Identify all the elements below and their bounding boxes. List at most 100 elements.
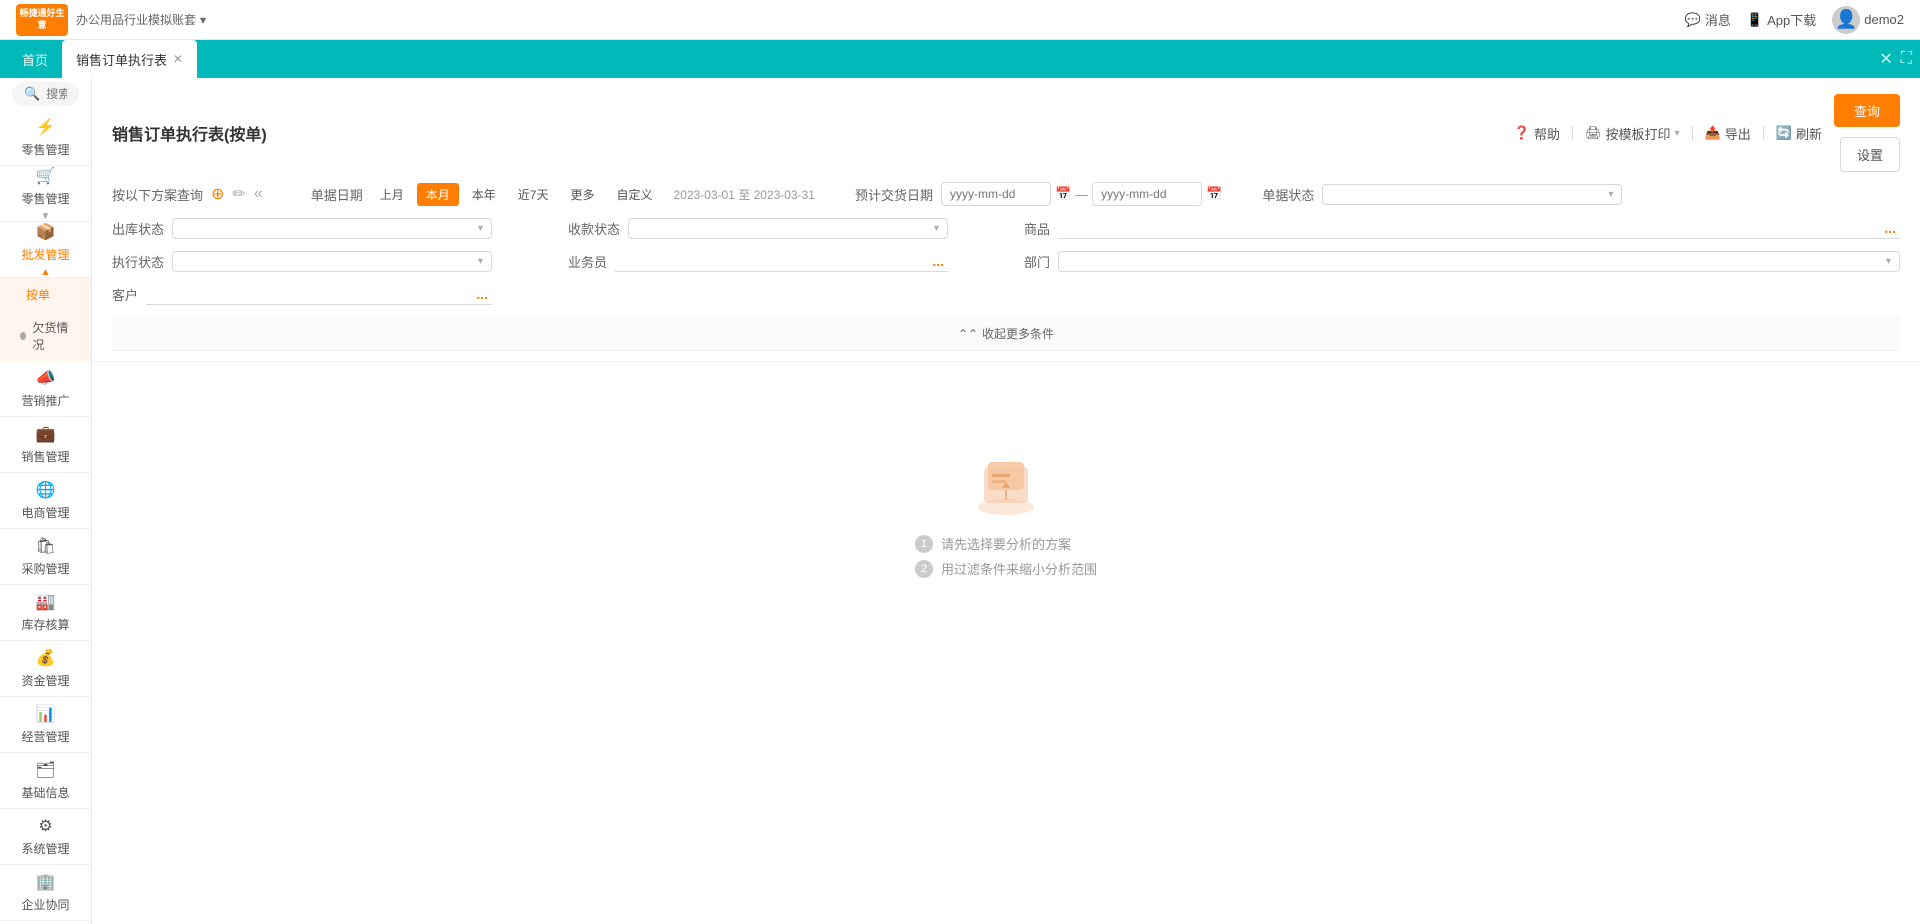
sidebar-item-basic[interactable]: 🗂 基础信息 — [0, 753, 91, 809]
salesperson-more-icon: ... — [932, 253, 944, 269]
settings-btn[interactable]: 设置 — [1840, 137, 1900, 172]
status-select[interactable]: ▾ — [1322, 184, 1622, 205]
top-header: 畅捷通好生意 办公用品行业模拟账套 ▾ 💬 消息 📱 App下载 👤 demo2 — [0, 0, 1920, 40]
query-btn[interactable]: 查询 — [1834, 94, 1900, 127]
tab-sales-order-list[interactable]: 销售订单执行表 ✕ — [62, 40, 197, 78]
sidebar-item-quick-nav[interactable]: ⚡ 零售管理 — [0, 110, 91, 166]
sidebar-item-retail[interactable]: 🛒 零售管理 ▼ — [0, 166, 91, 222]
collapse-bar[interactable]: ⌃⌃ 收起更多条件 — [112, 317, 1900, 351]
predict-date-start[interactable] — [941, 182, 1051, 206]
date-btn-custom[interactable]: 自定义 — [608, 183, 662, 206]
goods-cell: 商品 ... — [1024, 218, 1900, 239]
sidebar-item-wholesale[interactable]: 📦 批发管理 ▲ — [0, 222, 91, 278]
goods-more-icon: ... — [1884, 220, 1896, 236]
filter-row-1: 按以下方案查询 ⊕ ✏ « 单据日期 上月 本月 本年 近7天 更多 自定义 — [112, 182, 1900, 206]
date-btn-more[interactable]: 更多 — [561, 183, 603, 206]
app-logo: 畅捷通好生意 — [16, 4, 68, 36]
export-btn[interactable]: 📤 导出 — [1705, 124, 1751, 143]
collapse-up-icon: ⌃⌃ — [958, 327, 978, 341]
ecommerce-icon: 🌐 — [36, 480, 56, 500]
filter-row-2: 出库状态 ▾ 收款状态 ▾ 商品 ... — [112, 218, 1900, 239]
tab-bar-right: ✕ ⛶ — [1879, 49, 1912, 69]
breadcrumb: 办公用品行业模拟账套 ▾ — [76, 11, 206, 28]
quick-nav-icon: ⚡ — [36, 117, 56, 137]
sidebar-item-sys[interactable]: ⚙ 系统管理 — [0, 809, 91, 865]
sidebar-item-ecommerce[interactable]: 🌐 电商管理 — [0, 473, 91, 529]
breadcrumb-dropdown-icon[interactable]: ▾ — [200, 13, 206, 27]
exec-status-arrow: ▾ — [478, 256, 483, 267]
search-icon: 🔍 — [24, 86, 40, 102]
print-icon: 🖨 — [1585, 125, 1602, 141]
predict-date-end[interactable] — [1092, 182, 1202, 206]
customer-select[interactable]: ... — [146, 284, 492, 305]
date-range-text: 2023-03-01 至 2023-03-31 — [674, 186, 815, 203]
help-btn[interactable]: ❓ 帮助 — [1514, 124, 1560, 143]
app-download-btn[interactable]: 📱 App下载 — [1747, 10, 1816, 29]
exec-status-cell: 执行状态 ▾ — [112, 251, 492, 272]
operations-icon: 📊 — [36, 704, 56, 724]
tab-close-window-btn[interactable]: ✕ — [1879, 49, 1892, 69]
main-layout: 🔍 ⚡ 零售管理 🛒 零售管理 ▼ 📦 批发管理 ▲ 按单 欠货情况 — [0, 78, 1920, 924]
exec-status-select[interactable]: ▾ — [172, 251, 492, 272]
sidebar-item-operations[interactable]: 📊 经营管理 — [0, 697, 91, 753]
add-plan-btn[interactable]: ⊕ — [211, 184, 224, 204]
message-btn[interactable]: 💬 消息 — [1685, 10, 1731, 29]
sidebar-item-finance[interactable]: 💰 资金管理 — [0, 641, 91, 697]
sidebar-item-inventory[interactable]: 🏭 库存核算 — [0, 585, 91, 641]
dept-arrow: ▾ — [1886, 256, 1891, 267]
salesperson-cell: 业务员 ... — [568, 251, 948, 272]
tab-home[interactable]: 首页 — [8, 40, 62, 78]
date-btn-last-month[interactable]: 上月 — [371, 183, 413, 206]
tab-close-btn[interactable]: ✕ — [173, 52, 183, 66]
dept-select[interactable]: ▾ — [1058, 251, 1900, 272]
sidebar-item-enterprise[interactable]: 🏢 企业协同 — [0, 865, 91, 921]
help-icon: ❓ — [1514, 125, 1530, 141]
search-box[interactable]: 🔍 — [12, 82, 79, 106]
empty-state: 1 请先选择要分析的方案 2 用过滤条件来缩小分析范围 — [92, 362, 1920, 658]
sys-icon: ⚙ — [38, 816, 52, 836]
date-btn-group: 上月 本月 本年 近7天 更多 自定义 — [371, 183, 662, 206]
export-icon: 📤 — [1705, 125, 1721, 141]
sidebar: 🔍 ⚡ 零售管理 🛒 零售管理 ▼ 📦 批发管理 ▲ 按单 欠货情况 — [0, 78, 92, 924]
finance-icon: 💰 — [36, 648, 56, 668]
header-right: 💬 消息 📱 App下载 👤 demo2 — [1685, 6, 1904, 34]
collapse-plan-btn[interactable]: « — [254, 185, 263, 203]
tab-maximize-btn[interactable]: ⛶ — [1901, 50, 1912, 68]
refresh-btn[interactable]: 🔄 刷新 — [1776, 124, 1822, 143]
basic-icon: 🗂 — [35, 760, 55, 780]
empty-tip-1: 1 请先选择要分析的方案 — [915, 534, 1097, 553]
expand-icon: ▼ — [41, 211, 51, 222]
divider3 — [1763, 126, 1764, 140]
date-btn-last-7-days[interactable]: 近7天 — [509, 183, 558, 206]
user-profile-btn[interactable]: 👤 demo2 — [1832, 6, 1904, 34]
date-end-icon: 📅 — [1206, 186, 1222, 202]
page-header: 销售订单执行表(按单) ❓ 帮助 🖨 按模板打印 ▾ 📤 导出 — [92, 78, 1920, 182]
search-input[interactable] — [46, 87, 67, 101]
dept-cell: 部门 ▾ — [1024, 251, 1900, 272]
out-status-select[interactable]: ▾ — [172, 218, 492, 239]
owe-stock-icon — [20, 332, 26, 340]
divider1 — [1572, 126, 1573, 140]
page-actions: ❓ 帮助 🖨 按模板打印 ▾ 📤 导出 🔄 刷新 — [1514, 94, 1900, 172]
salesperson-select[interactable]: ... — [615, 251, 948, 272]
sidebar-item-sales[interactable]: 💼 销售管理 — [0, 417, 91, 473]
empty-tip-2: 2 用过滤条件来缩小分析范围 — [915, 559, 1097, 578]
sub-item-owe-stock[interactable]: 欠货情况 — [0, 311, 91, 361]
date-range-icon: 📅 — [1055, 186, 1071, 202]
goods-select[interactable]: ... — [1058, 218, 1900, 239]
edit-plan-btn[interactable]: ✏ — [232, 184, 245, 204]
print-btn[interactable]: 🖨 按模板打印 ▾ — [1585, 124, 1680, 143]
app-download-icon: 📱 — [1747, 12, 1763, 28]
date-btn-this-year[interactable]: 本年 — [463, 183, 505, 206]
receipt-status-select[interactable]: ▾ — [628, 218, 948, 239]
date-cell: 单据日期 上月 本月 本年 近7天 更多 自定义 2023-03-01 至 20… — [311, 183, 815, 206]
empty-tips: 1 请先选择要分析的方案 2 用过滤条件来缩小分析范围 — [915, 534, 1097, 578]
empty-icon — [966, 442, 1046, 522]
receipt-status-cell: 收款状态 ▾ — [568, 218, 948, 239]
inventory-icon: 🏭 — [36, 592, 56, 612]
date-separator: — — [1075, 187, 1088, 202]
sidebar-item-purchase[interactable]: 🛍 采购管理 — [0, 529, 91, 585]
sidebar-item-marketing[interactable]: 📣 营销推广 — [0, 361, 91, 417]
date-btn-this-month[interactable]: 本月 — [417, 183, 459, 206]
sub-item-press-order[interactable]: 按单 — [0, 278, 91, 311]
